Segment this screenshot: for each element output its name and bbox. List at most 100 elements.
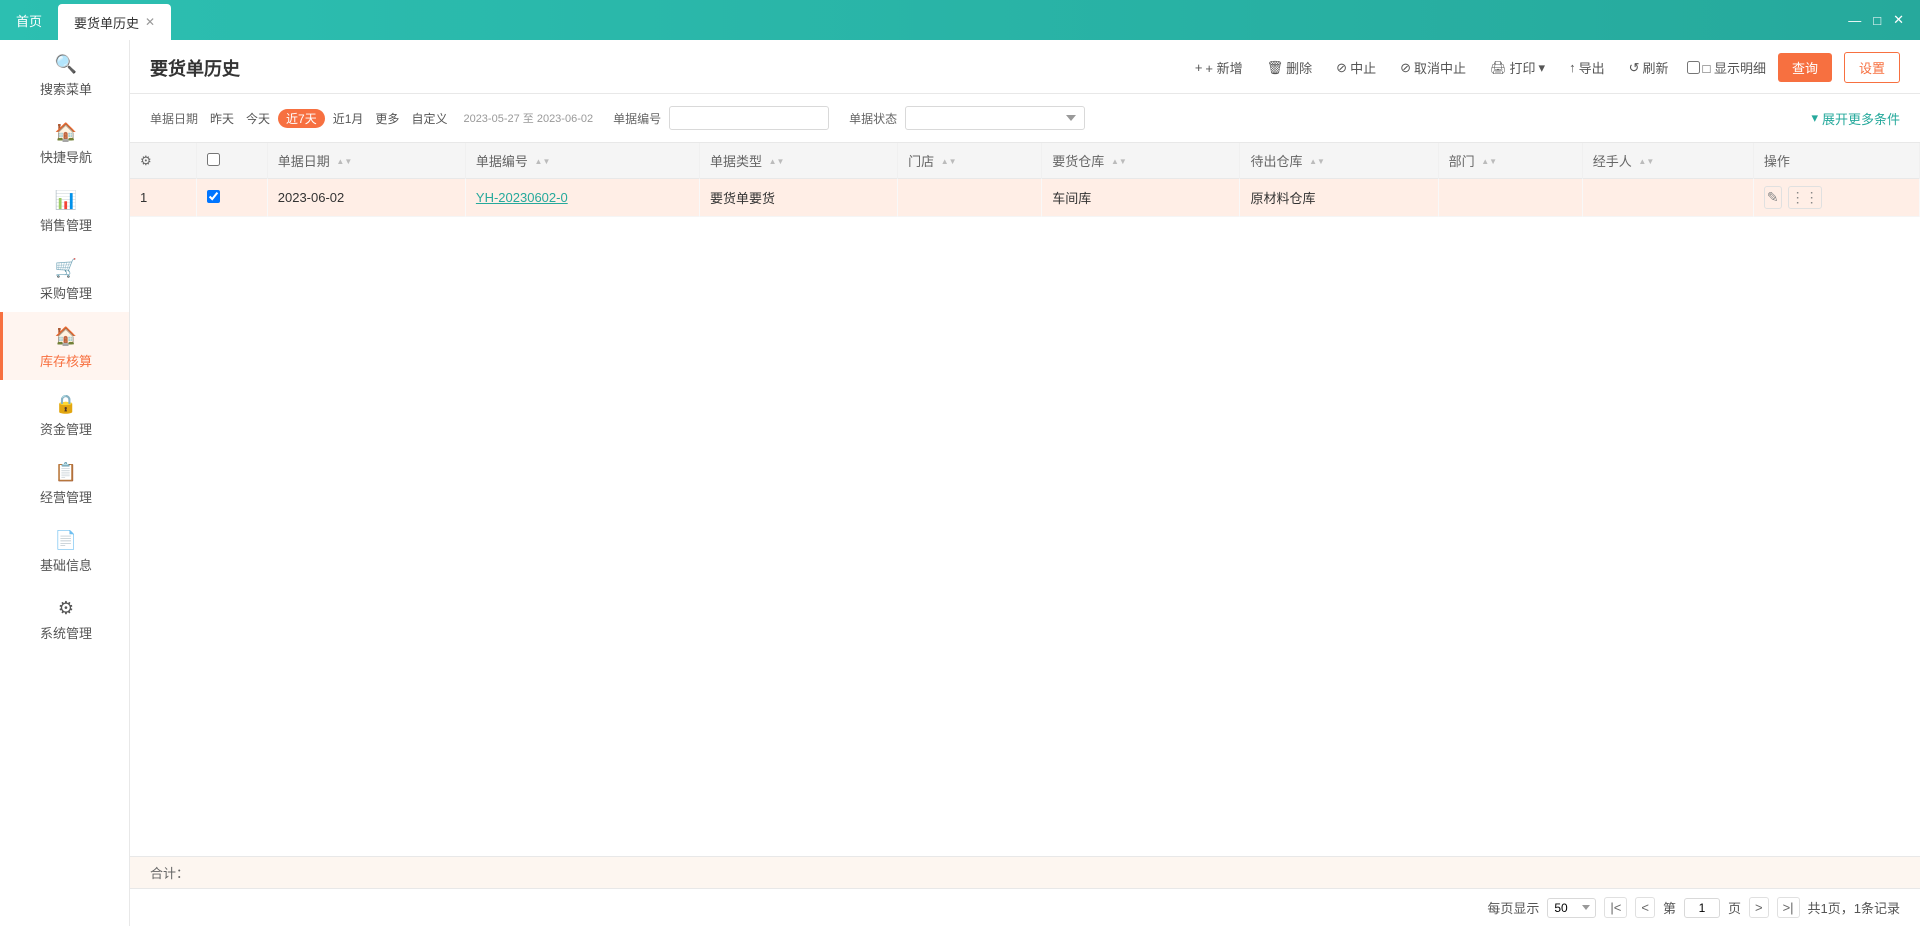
finance-mgmt-icon: 🔒 <box>55 394 77 415</box>
delete-button[interactable]: 🗑 删除 <box>1261 54 1319 81</box>
docno-filter-label: 单据编号 <box>613 110 661 127</box>
shortcut-1month[interactable]: 近1月 <box>329 109 368 128</box>
window-controls: — □ ✕ <box>1848 12 1920 28</box>
docno-filter-group: 单据编号 <box>613 106 829 130</box>
col-handler[interactable]: 经手人 ▲▼ <box>1582 143 1753 179</box>
expand-more-icon: ▾ <box>1811 110 1818 126</box>
sidebar: 🔍 搜索菜单 🏠 快捷导航 📊 销售管理 🛒 采购管理 🏠 库存核算 🔒 资金管… <box>0 40 130 926</box>
toolbar: + + 新增 🗑 删除 ⊘ 中止 ⊘ 取消中止 <box>1189 52 1900 83</box>
new-button[interactable]: + + 新增 <box>1189 54 1249 81</box>
sort-icon-handler: ▲▼ <box>1638 158 1654 167</box>
first-page-button[interactable]: |< <box>1604 897 1627 918</box>
sort-icon-docno: ▲▼ <box>535 158 551 167</box>
row-checkbox-cell[interactable] <box>197 179 268 217</box>
col-doc-no[interactable]: 单据编号 ▲▼ <box>465 143 699 179</box>
col-doc-type[interactable]: 单据类型 ▲▼ <box>699 143 897 179</box>
last-page-button[interactable]: >| <box>1777 897 1800 918</box>
page-title: 要货单历史 <box>150 55 240 81</box>
page-input[interactable] <box>1684 898 1720 918</box>
quick-nav-icon: 🏠 <box>55 122 77 143</box>
expand-more-button[interactable]: ▾ 展开更多条件 <box>1811 109 1900 128</box>
content-area: 要货单历史 + + 新增 🗑 删除 ⊘ 中止 ⊘ <box>130 40 1920 926</box>
print-button[interactable]: 🖨 打印 ▾ <box>1484 54 1551 81</box>
sidebar-item-operations-mgmt[interactable]: 📋 经营管理 <box>0 448 129 516</box>
tab-home[interactable]: 首页 <box>0 0 58 40</box>
minimize-icon[interactable]: — <box>1848 13 1861 28</box>
total-info: 共1页，1条记录 <box>1808 898 1900 917</box>
status-select[interactable] <box>905 106 1085 130</box>
top-bar: 首页 要货单历史 ✕ — □ ✕ <box>0 0 1920 40</box>
sort-icon-pending-warehouse: ▲▼ <box>1309 158 1325 167</box>
window-close-icon[interactable]: ✕ <box>1893 12 1904 28</box>
sidebar-item-basic-info[interactable]: 📄 基础信息 <box>0 516 129 584</box>
sidebar-item-system-mgmt[interactable]: ⚙ 系统管理 <box>0 584 129 652</box>
sidebar-item-inventory-calc[interactable]: 🏠 库存核算 <box>0 312 129 380</box>
docno-input[interactable] <box>669 106 829 130</box>
display-cell-toggle[interactable]: □ 显示明细 <box>1687 58 1766 77</box>
sort-icon-dept: ▲▼ <box>1481 158 1497 167</box>
sum-label: 合计： <box>150 866 189 881</box>
shortcut-7days[interactable]: 近7天 <box>278 109 325 128</box>
export-button[interactable]: ↑ 导出 <box>1563 54 1611 81</box>
refresh-button[interactable]: ↺ 刷新 <box>1623 54 1675 81</box>
next-page-button[interactable]: > <box>1749 897 1769 918</box>
main-layout: 🔍 搜索菜单 🏠 快捷导航 📊 销售管理 🛒 采购管理 🏠 库存核算 🔒 资金管… <box>0 40 1920 926</box>
col-pending-warehouse[interactable]: 待出仓库 ▲▼ <box>1240 143 1438 179</box>
sidebar-item-finance-mgmt[interactable]: 🔒 资金管理 <box>0 380 129 448</box>
row-req-warehouse: 车间库 <box>1042 179 1240 217</box>
date-shortcuts: 昨天 今天 近7天 近1月 更多 自定义 <box>206 109 451 128</box>
close-tab-icon[interactable]: ✕ <box>145 15 155 29</box>
col-req-warehouse[interactable]: 要货仓库 ▲▼ <box>1042 143 1240 179</box>
row-checkbox[interactable] <box>207 190 220 203</box>
col-dept[interactable]: 部门 ▲▼ <box>1438 143 1582 179</box>
sidebar-item-quick-nav[interactable]: 🏠 快捷导航 <box>0 108 129 176</box>
select-all-checkbox[interactable] <box>207 153 220 166</box>
refresh-icon: ↺ <box>1629 60 1640 76</box>
print-icon: 🖨 <box>1490 60 1507 76</box>
stop-button[interactable]: ⊘ 中止 <box>1330 54 1382 81</box>
row-handler <box>1582 179 1753 217</box>
col-store[interactable]: 门店 ▲▼ <box>898 143 1042 179</box>
maximize-icon[interactable]: □ <box>1873 13 1881 28</box>
shortcut-yesterday[interactable]: 昨天 <box>206 109 238 128</box>
search-menu-icon: 🔍 <box>55 54 77 75</box>
per-page-select[interactable]: 50 10 20 100 <box>1547 898 1596 918</box>
shortcut-today[interactable]: 今天 <box>242 109 274 128</box>
prev-page-button[interactable]: < <box>1635 897 1655 918</box>
display-cell-checkbox[interactable] <box>1687 61 1700 74</box>
sales-mgmt-icon: 📊 <box>55 190 77 211</box>
operations-mgmt-icon: 📋 <box>55 462 77 483</box>
status-filter-group: 单据状态 <box>849 106 1085 130</box>
table-footer: 合计： <box>130 856 1920 888</box>
sidebar-item-search-menu[interactable]: 🔍 搜索菜单 <box>0 40 129 108</box>
filter-area: 单据日期 昨天 今天 近7天 近1月 更多 自定义 2023-05-27 至 2… <box>130 94 1920 143</box>
data-table: ⚙ 单据日期 ▲▼ 单据编号 ▲▼ 单据类型 <box>130 143 1920 217</box>
inventory-calc-icon: 🏠 <box>55 326 77 347</box>
cancel-stop-button[interactable]: ⊘ 取消中止 <box>1394 54 1472 81</box>
row-doc-no[interactable]: YH-20230602-0 <box>465 179 699 217</box>
sort-icon-doctype: ▲▼ <box>769 158 785 167</box>
row-actions-cell: ✎ ⋮⋮ <box>1753 179 1919 217</box>
purchase-mgmt-icon: 🛒 <box>55 258 77 279</box>
query-button[interactable]: 查询 <box>1778 53 1832 82</box>
shortcut-custom[interactable]: 自定义 <box>407 109 451 128</box>
col-doc-date[interactable]: 单据日期 ▲▼ <box>267 143 465 179</box>
tab-requisition-history[interactable]: 要货单历史 ✕ <box>58 4 171 40</box>
col-settings[interactable]: ⚙ <box>130 143 197 179</box>
sidebar-item-sales-mgmt[interactable]: 📊 销售管理 <box>0 176 129 244</box>
basic-info-icon: 📄 <box>55 530 77 551</box>
row-pending-warehouse: 原材料仓库 <box>1240 179 1438 217</box>
row-dept <box>1438 179 1582 217</box>
page-unit: 页 <box>1728 898 1741 917</box>
date-filter-label: 单据日期 <box>150 110 198 127</box>
shortcut-more[interactable]: 更多 <box>371 109 403 128</box>
table-container: ⚙ 单据日期 ▲▼ 单据编号 ▲▼ 单据类型 <box>130 143 1920 856</box>
sidebar-item-purchase-mgmt[interactable]: 🛒 采购管理 <box>0 244 129 312</box>
settings-button[interactable]: 设置 <box>1844 52 1900 83</box>
delete-icon: 🗑 <box>1267 60 1284 76</box>
row-edit-icon[interactable]: ✎ <box>1764 186 1782 209</box>
row-more-icon[interactable]: ⋮⋮ <box>1788 186 1822 209</box>
pagination-bar: 每页显示 50 10 20 100 |< < 第 页 > >| 共1页，1条记录 <box>130 888 1920 926</box>
row-store <box>898 179 1042 217</box>
page-header: 要货单历史 + + 新增 🗑 删除 ⊘ 中止 ⊘ <box>130 40 1920 94</box>
